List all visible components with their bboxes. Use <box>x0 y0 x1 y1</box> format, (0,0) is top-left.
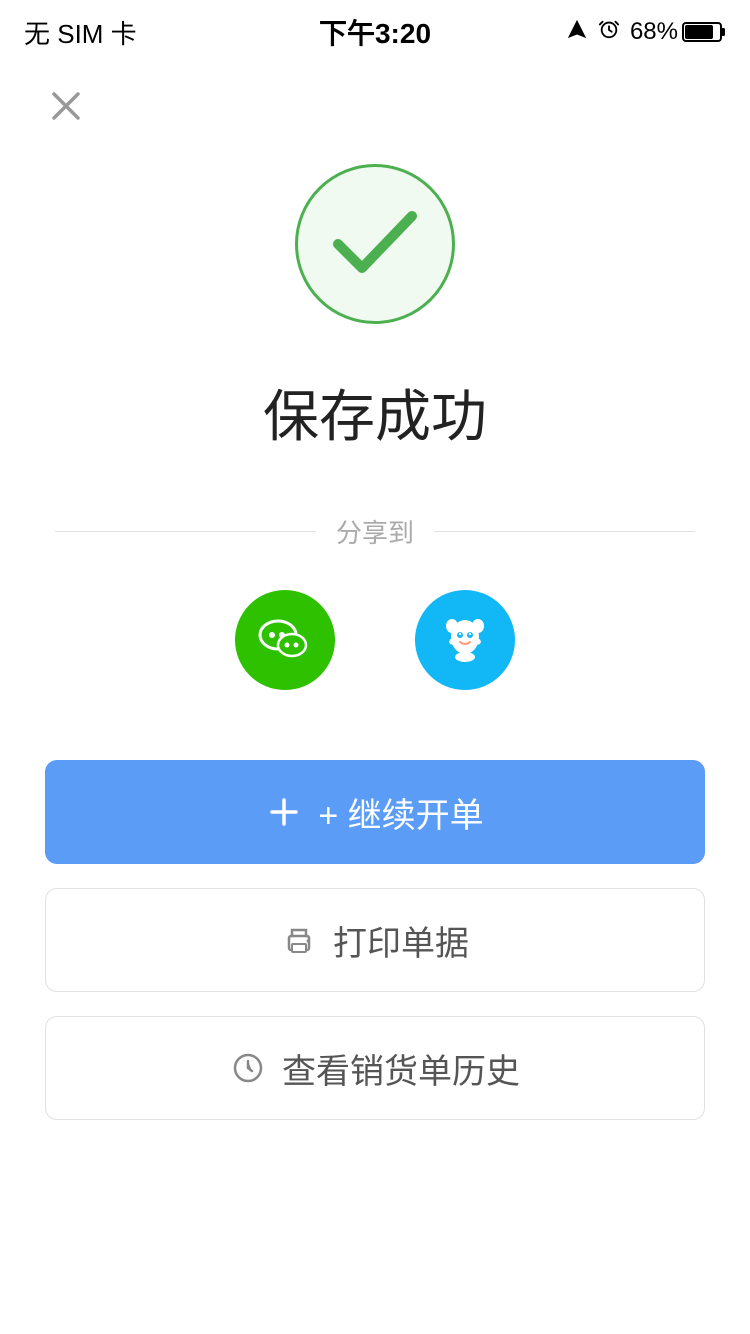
status-bar: 无 SIM 卡 下午3:20 68% <box>0 0 750 64</box>
continue-label: + 继续开单 <box>318 788 483 837</box>
success-title: 保存成功 <box>263 372 487 453</box>
status-time: 下午3:20 <box>319 12 431 52</box>
share-divider: 分享到 <box>55 513 695 550</box>
share-row <box>235 590 515 690</box>
wechat-share-button[interactable] <box>235 590 335 690</box>
location-icon <box>566 18 588 47</box>
history-label: 查看销货单历史 <box>282 1044 520 1093</box>
status-right: 68% <box>566 18 726 47</box>
close-button[interactable] <box>40 80 92 132</box>
history-button[interactable]: 查看销货单历史 <box>45 1016 705 1120</box>
battery-percent: 68% <box>630 18 678 46</box>
battery-indicator: 68% <box>630 18 726 46</box>
divider-line-right <box>434 531 695 532</box>
alarm-icon <box>598 18 620 47</box>
share-label: 分享到 <box>336 513 414 550</box>
printer-icon <box>281 922 317 958</box>
success-circle <box>295 164 455 324</box>
qq-share-button[interactable] <box>415 590 515 690</box>
clock-icon <box>230 1050 266 1086</box>
divider-line-left <box>55 531 316 532</box>
status-left: 无 SIM 卡 <box>24 14 147 51</box>
main-content: 保存成功 分享到 <box>0 64 750 1120</box>
checkmark-icon <box>330 206 420 283</box>
continue-button[interactable]: + 继续开单 <box>45 760 705 864</box>
plus-icon <box>266 794 302 830</box>
print-label: 打印单据 <box>333 916 469 965</box>
print-button[interactable]: 打印单据 <box>45 888 705 992</box>
actions-list: + 继续开单 打印单据 查看销货单历史 <box>45 760 705 1120</box>
no-sim-text: 无 SIM 卡 <box>24 14 137 51</box>
